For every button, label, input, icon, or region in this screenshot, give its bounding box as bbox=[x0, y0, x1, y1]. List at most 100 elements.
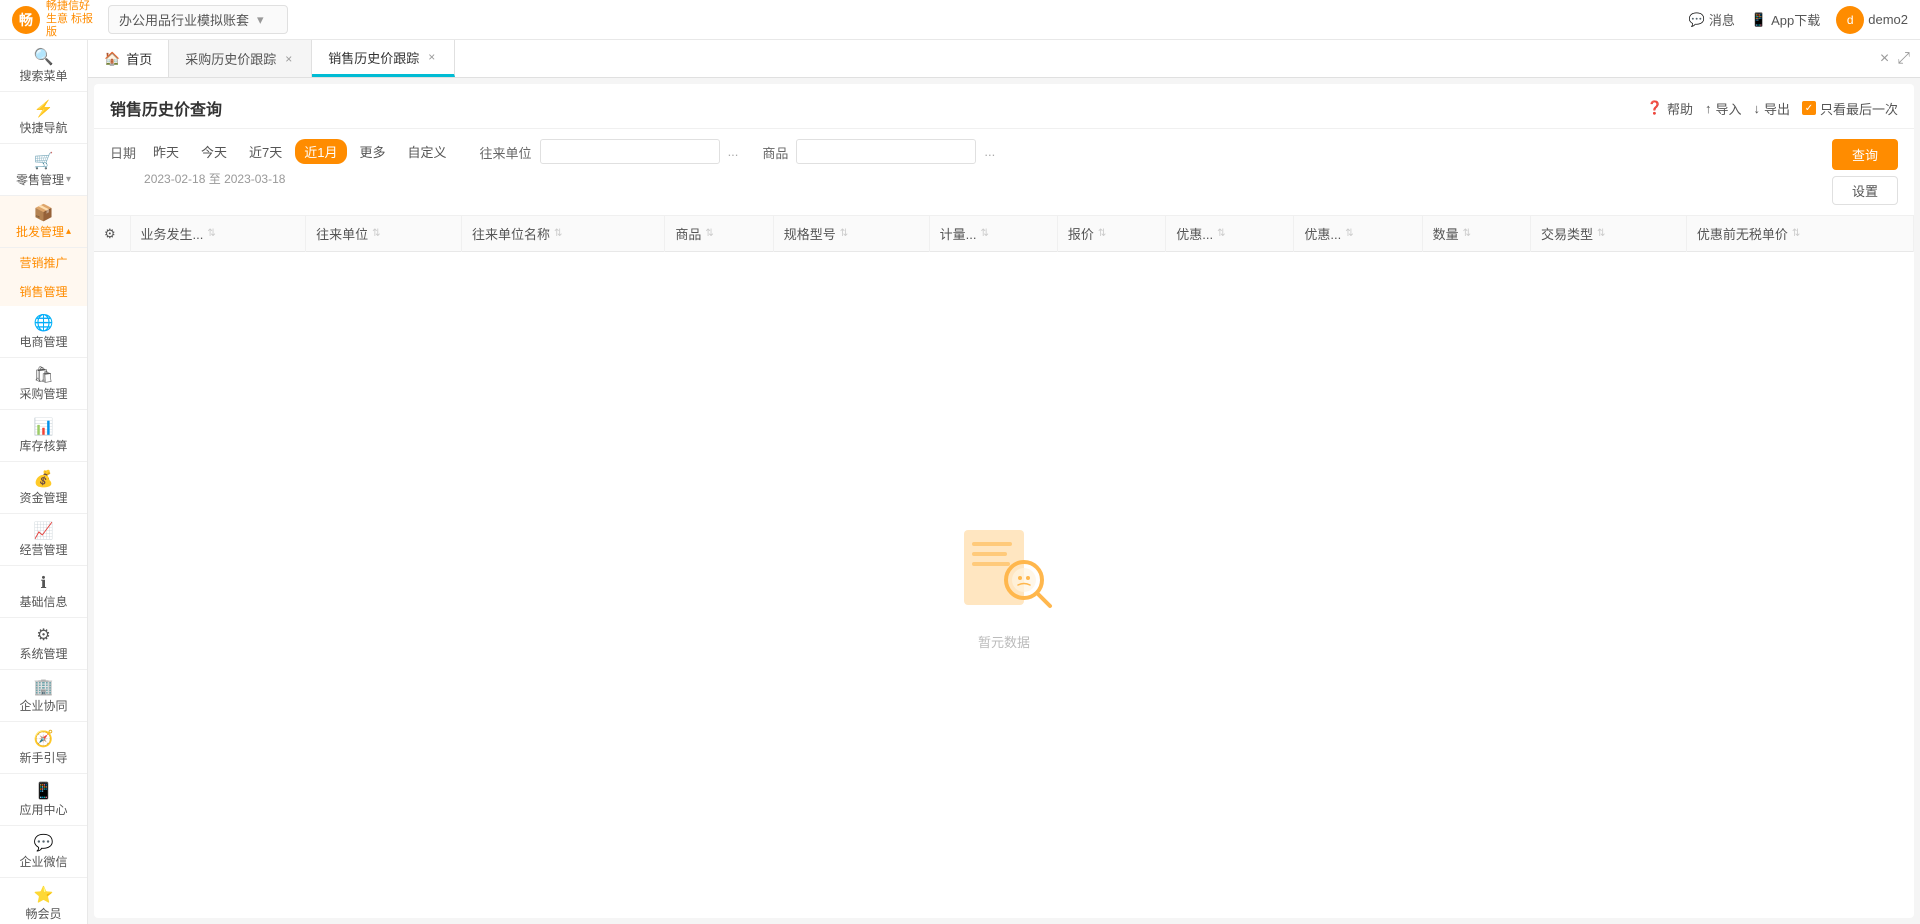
import-icon: ↑ bbox=[1705, 101, 1712, 116]
home-icon: 🏠 bbox=[104, 51, 120, 67]
th-label: 优惠... bbox=[1176, 224, 1213, 243]
th-partner[interactable]: 往来单位 ⇅ bbox=[306, 216, 462, 252]
empty-text: 暂元数据 bbox=[978, 632, 1030, 651]
table-header-row: ⚙ 业务发生... ⇅ 往来单位 bbox=[94, 216, 1914, 252]
sidebar-item-label: 资金管理 bbox=[19, 489, 67, 506]
message-button[interactable]: 💬 消息 bbox=[1689, 10, 1735, 29]
th-pre-tax-price[interactable]: 优惠前无税单价 ⇅ bbox=[1686, 216, 1913, 252]
product-dots[interactable]: ... bbox=[984, 144, 995, 159]
app-selector-label: 办公用品行业模拟账套 bbox=[119, 10, 249, 29]
sidebar-item-member[interactable]: ⭐ 畅会员 bbox=[0, 878, 87, 924]
sort-icon: ⇅ bbox=[207, 228, 215, 239]
sidebar-item-purchase-mgmt[interactable]: 🛍 采购管理 bbox=[0, 358, 87, 410]
tab-close-sales[interactable]: × bbox=[425, 49, 438, 65]
filter-actions: 查询 设置 bbox=[1832, 139, 1898, 205]
sidebar-item-ecommerce[interactable]: 🌐 电商管理 bbox=[0, 306, 87, 358]
sidebar-item-wechat[interactable]: 💬 企业微信 bbox=[0, 826, 87, 878]
th-biz-date[interactable]: 业务发生... ⇅ bbox=[130, 216, 306, 252]
only-last-label: 只看最后一次 bbox=[1820, 99, 1898, 118]
export-label: 导出 bbox=[1764, 99, 1790, 118]
export-button[interactable]: ↓ 导出 bbox=[1753, 99, 1790, 118]
sidebar-item-enterprise[interactable]: 🏢 企业协同 bbox=[0, 670, 87, 722]
sort-icon: ⇅ bbox=[1217, 228, 1225, 239]
sort-icon: ⇅ bbox=[1463, 228, 1471, 239]
sidebar-item-quick-nav[interactable]: ⚡ 快捷导航 bbox=[0, 92, 87, 144]
partner-input-group: ... bbox=[540, 139, 739, 164]
page-title: 销售历史价查询 bbox=[110, 96, 222, 120]
sidebar-item-inventory[interactable]: 📊 库存核算 bbox=[0, 410, 87, 462]
date-filter-group: 日期 昨天 今天 近7天 近1月 更多 自定义 2023-02-18 至 202… bbox=[110, 139, 456, 187]
sidebar-item-finance[interactable]: 💰 资金管理 bbox=[0, 462, 87, 514]
sidebar-item-retail-mgmt[interactable]: 🛒 零售管理 ▾ bbox=[0, 144, 87, 196]
tab-home[interactable]: 🏠 首页 bbox=[88, 40, 169, 77]
page-header: 销售历史价查询 ❓ 帮助 ↑ 导入 ↓ 导出 ✓ bbox=[94, 84, 1914, 129]
tab-purchase-history[interactable]: 采购历史价跟踪 × bbox=[169, 40, 312, 77]
filter-btn-today[interactable]: 今天 bbox=[192, 139, 236, 164]
sidebar-item-sales-mgmt[interactable]: 销售管理 bbox=[0, 277, 87, 306]
only-last-checkbox[interactable]: ✓ 只看最后一次 bbox=[1802, 99, 1898, 118]
product-input[interactable] bbox=[796, 139, 976, 164]
tab-label: 销售历史价跟踪 bbox=[328, 48, 419, 67]
th-label: 交易类型 bbox=[1541, 224, 1593, 243]
th-label: 报价 bbox=[1068, 224, 1094, 243]
close-all-icon[interactable]: × bbox=[1880, 50, 1889, 68]
th-discount2[interactable]: 优惠... ⇅ bbox=[1294, 216, 1422, 252]
export-icon: ↓ bbox=[1753, 101, 1760, 116]
partner-input[interactable] bbox=[540, 139, 720, 164]
sidebar-item-label: 快捷导航 bbox=[19, 119, 67, 136]
sidebar-item-basic-info[interactable]: ℹ 基础信息 bbox=[0, 566, 87, 618]
tab-sales-history[interactable]: 销售历史价跟踪 × bbox=[312, 40, 455, 77]
app-download-label: App下载 bbox=[1771, 10, 1820, 29]
partner-dots[interactable]: ... bbox=[728, 144, 739, 159]
chevron-down-icon: ▾ bbox=[257, 12, 264, 28]
th-trade-type[interactable]: 交易类型 ⇅ bbox=[1531, 216, 1687, 252]
import-button[interactable]: ↑ 导入 bbox=[1705, 99, 1742, 118]
query-button[interactable]: 查询 bbox=[1832, 139, 1898, 170]
partner-label: 往来单位 bbox=[480, 139, 532, 162]
sidebar-item-label: 电商管理 bbox=[19, 333, 67, 350]
help-button[interactable]: ❓ 帮助 bbox=[1647, 99, 1693, 118]
filter-btn-7days[interactable]: 近7天 bbox=[240, 139, 291, 164]
ecommerce-icon: 🌐 bbox=[34, 313, 54, 333]
sidebar-item-apps[interactable]: 📱 应用中心 bbox=[0, 774, 87, 826]
sidebar-item-system[interactable]: ⚙ 系统管理 bbox=[0, 618, 87, 670]
sidebar-item-marketing[interactable]: 营销推广 bbox=[0, 248, 87, 277]
sidebar-item-wholesale-mgmt[interactable]: 📦 批发管理 ▴ bbox=[0, 196, 87, 248]
chevron-up-icon: ▴ bbox=[66, 226, 71, 237]
sidebar-item-search-menu[interactable]: 🔍 搜索菜单 bbox=[0, 40, 87, 92]
filter-bar: 日期 昨天 今天 近7天 近1月 更多 自定义 2023-02-18 至 202… bbox=[94, 129, 1914, 216]
user-menu[interactable]: d demo2 bbox=[1836, 6, 1908, 34]
th-partner-name[interactable]: 往来单位名称 ⇅ bbox=[462, 216, 665, 252]
help-label: 帮助 bbox=[1667, 99, 1693, 118]
header-right: 💬 消息 📱 App下载 d demo2 bbox=[1689, 6, 1908, 34]
system-icon: ⚙ bbox=[36, 625, 50, 645]
filter-btn-more[interactable]: 更多 bbox=[351, 139, 395, 164]
app-download-button[interactable]: 📱 App下载 bbox=[1751, 10, 1820, 29]
th-product[interactable]: 商品 ⇅ bbox=[665, 216, 773, 252]
settings-button[interactable]: 设置 bbox=[1832, 176, 1898, 205]
sidebar-item-guide[interactable]: 🧭 新手引导 bbox=[0, 722, 87, 774]
message-label: 消息 bbox=[1709, 10, 1735, 29]
avatar: d bbox=[1836, 6, 1864, 34]
th-discount1[interactable]: 优惠... ⇅ bbox=[1166, 216, 1294, 252]
tab-close-purchase[interactable]: × bbox=[282, 51, 295, 67]
th-settings[interactable]: ⚙ bbox=[94, 216, 130, 252]
filter-btn-custom[interactable]: 自定义 bbox=[399, 139, 456, 164]
th-label: 业务发生... bbox=[141, 224, 204, 243]
download-icon: 📱 bbox=[1751, 12, 1767, 28]
logo-area: 畅 畅捷信好生意 标报版 bbox=[12, 0, 100, 39]
sidebar-item-label: 库存核算 bbox=[19, 437, 67, 454]
th-spec[interactable]: 规格型号 ⇅ bbox=[773, 216, 929, 252]
wholesale-icon: 📦 bbox=[34, 203, 54, 223]
filter-btn-yesterday[interactable]: 昨天 bbox=[144, 139, 188, 164]
th-price[interactable]: 报价 ⇅ bbox=[1057, 216, 1165, 252]
checkbox-checked-icon: ✓ bbox=[1802, 101, 1816, 115]
retail-icon: 🛒 bbox=[34, 151, 54, 171]
app-selector[interactable]: 办公用品行业模拟账套 ▾ bbox=[108, 5, 288, 34]
sidebar-item-operations[interactable]: 📈 经营管理 bbox=[0, 514, 87, 566]
empty-state: 暂元数据 bbox=[94, 252, 1914, 918]
th-qty[interactable]: 数量 ⇅ bbox=[1422, 216, 1530, 252]
filter-btn-1month[interactable]: 近1月 bbox=[295, 139, 346, 164]
th-unit[interactable]: 计量... ⇅ bbox=[929, 216, 1057, 252]
maximize-icon[interactable]: ⤢ bbox=[1897, 50, 1910, 68]
